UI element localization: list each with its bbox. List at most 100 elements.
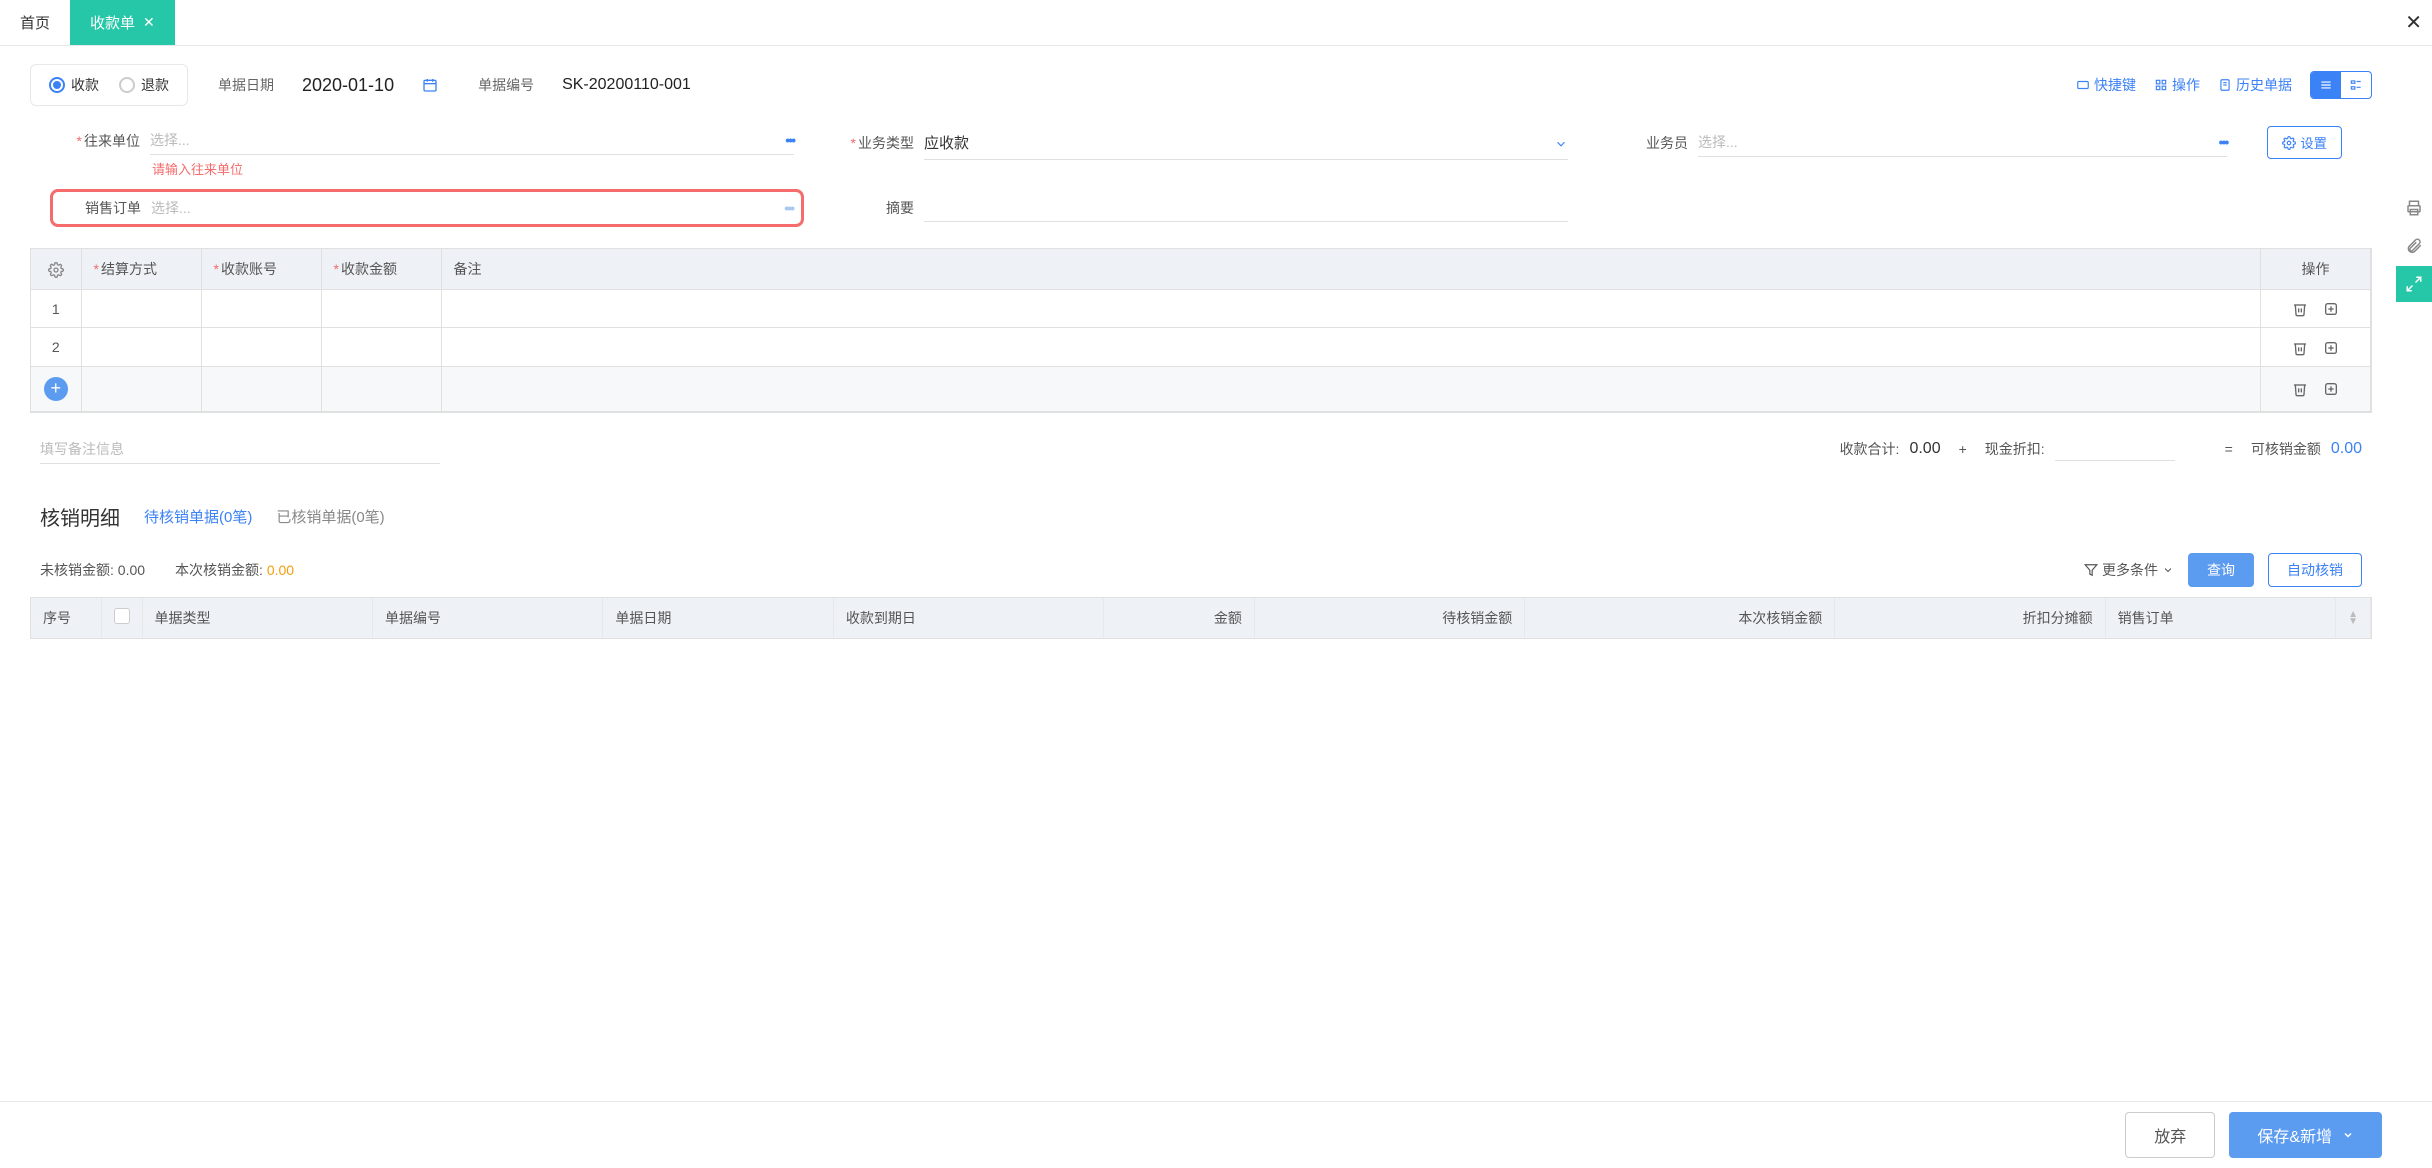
add-row-icon[interactable] bbox=[2323, 380, 2339, 396]
top-actions: 快捷键 操作 历史单据 bbox=[2076, 71, 2372, 99]
biztype-select[interactable]: 应收款 bbox=[924, 126, 1568, 160]
payment-table: *结算方式 *收款账号 *收款金额 备注 操作 1 bbox=[30, 248, 2372, 413]
add-row-icon[interactable] bbox=[2323, 300, 2339, 316]
th-settle: *结算方式 bbox=[81, 249, 201, 290]
th-date: 单据日期 bbox=[603, 598, 833, 638]
add-row-cell: + bbox=[31, 366, 81, 411]
grid-icon bbox=[2154, 78, 2168, 92]
tab-home-label: 首页 bbox=[20, 12, 50, 33]
doc-date-value[interactable]: 2020-01-10 bbox=[302, 75, 394, 96]
view-list-button[interactable] bbox=[2311, 72, 2341, 98]
operate-button[interactable]: 操作 bbox=[2154, 75, 2200, 95]
rail-expand-button[interactable] bbox=[2396, 266, 2432, 302]
cell-action bbox=[2261, 366, 2371, 411]
table-header-row: 序号 单据类型 单据编号 单据日期 收款到期日 金额 待核销金额 本次核销金额 … bbox=[31, 598, 2371, 638]
remark-input[interactable] bbox=[40, 435, 440, 464]
cell-account[interactable] bbox=[201, 328, 321, 366]
main-content: 收款 退款 单据日期 2020-01-10 单据编号 SK-20200110-0… bbox=[0, 46, 2392, 719]
cell-remark[interactable] bbox=[441, 290, 2261, 328]
header-row: 收款 退款 单据日期 2020-01-10 单据编号 SK-20200110-0… bbox=[30, 46, 2372, 116]
close-icon[interactable]: ✕ bbox=[143, 14, 155, 31]
doc-no-value: SK-20200110-001 bbox=[562, 76, 691, 94]
th-sort[interactable]: ▲▼ bbox=[2336, 598, 2371, 638]
tab-bar: 首页 收款单 ✕ ✕ bbox=[0, 0, 2432, 46]
bottom-bar: 放弃 保存&新增 bbox=[0, 1101, 2432, 1168]
writeoff-stats: 未核销金额: 0.00 本次核销金额: 0.00 bbox=[40, 560, 294, 580]
more-icon[interactable]: ••• bbox=[2219, 134, 2228, 150]
delete-icon[interactable] bbox=[2292, 300, 2308, 316]
salesman-field: 业务员 ••• 设置 bbox=[1608, 126, 2342, 159]
partner-label: *往来单位 bbox=[60, 131, 140, 151]
th-type: 单据类型 bbox=[142, 598, 372, 638]
keyboard-icon bbox=[2076, 78, 2090, 92]
gear-header[interactable] bbox=[31, 249, 81, 290]
cell-amount[interactable] bbox=[321, 328, 441, 366]
thiswriteoff-stat: 本次核销金额: 0.00 bbox=[175, 560, 294, 580]
rail-print-button[interactable] bbox=[2396, 190, 2432, 226]
cancel-button[interactable]: 放弃 bbox=[2125, 1112, 2215, 1158]
cell-amount[interactable] bbox=[321, 290, 441, 328]
history-button[interactable]: 历史单据 bbox=[2218, 75, 2292, 95]
shortcut-button[interactable]: 快捷键 bbox=[2076, 75, 2136, 95]
summary-field: 摘要 bbox=[834, 193, 1568, 222]
radio-refund[interactable]: 退款 bbox=[119, 75, 169, 95]
cell-action bbox=[2261, 290, 2371, 328]
th-checkbox[interactable] bbox=[101, 598, 142, 638]
rail-attach-button[interactable] bbox=[2396, 228, 2432, 264]
save-label: 保存&新增 bbox=[2257, 1123, 2332, 1147]
form-row-1: *往来单位 ••• 请输入往来单位 *业务类型 应收款 业务员 ••• bbox=[30, 116, 2372, 175]
cell-settle[interactable] bbox=[81, 328, 201, 366]
more-icon[interactable]: ••• bbox=[785, 132, 794, 148]
writeoff-tab-done[interactable]: 已核销单据(0笔) bbox=[276, 502, 384, 531]
salesorder-input[interactable] bbox=[151, 200, 784, 216]
salesorder-label: 销售订单 bbox=[61, 198, 141, 218]
radio-receipt[interactable]: 收款 bbox=[49, 75, 99, 95]
list-icon bbox=[2319, 78, 2333, 92]
checkbox-icon[interactable] bbox=[114, 608, 130, 624]
row-no: 2 bbox=[31, 328, 81, 366]
cell-account[interactable] bbox=[201, 290, 321, 328]
save-button[interactable]: 保存&新增 bbox=[2229, 1112, 2382, 1158]
cell-remark[interactable] bbox=[441, 328, 2261, 366]
summary-input-wrap[interactable] bbox=[924, 193, 1568, 222]
chevron-down-icon bbox=[2342, 1129, 2354, 1141]
salesman-input[interactable] bbox=[1698, 134, 2219, 150]
biztype-value: 应收款 bbox=[924, 132, 1554, 153]
partner-input[interactable] bbox=[150, 132, 785, 148]
close-all-icon[interactable]: ✕ bbox=[2405, 10, 2422, 35]
cell-action bbox=[2261, 328, 2371, 366]
add-row-icon[interactable] bbox=[2323, 338, 2339, 354]
discount-input[interactable] bbox=[2055, 437, 2175, 461]
calendar-icon[interactable] bbox=[422, 76, 438, 94]
partner-input-wrap[interactable]: ••• bbox=[150, 126, 794, 155]
th-no: 序号 bbox=[31, 598, 101, 638]
th-thistime: 本次核销金额 bbox=[1525, 598, 1835, 638]
plus-sign: + bbox=[1959, 441, 1967, 457]
summary-input[interactable] bbox=[924, 199, 1568, 215]
settings-button[interactable]: 设置 bbox=[2267, 126, 2342, 159]
query-button[interactable]: 查询 bbox=[2188, 553, 2254, 587]
view-detail-button[interactable] bbox=[2341, 72, 2371, 98]
auto-writeoff-button[interactable]: 自动核销 bbox=[2268, 553, 2362, 587]
salesman-input-wrap[interactable]: ••• bbox=[1698, 128, 2227, 157]
tab-receipt[interactable]: 收款单 ✕ bbox=[70, 0, 175, 45]
tab-home[interactable]: 首页 bbox=[0, 0, 70, 45]
table-row: 2 bbox=[31, 328, 2371, 366]
add-circle-icon[interactable]: + bbox=[44, 377, 68, 401]
biztype-field: *业务类型 应收款 bbox=[834, 126, 1568, 160]
more-icon[interactable]: ••• bbox=[784, 200, 793, 216]
delete-icon[interactable] bbox=[2292, 338, 2308, 354]
salesman-label: 业务员 bbox=[1608, 133, 1688, 153]
chevron-down-icon bbox=[2162, 564, 2174, 576]
total-value: 0.00 bbox=[1909, 440, 1940, 458]
writeoff-tab-pending[interactable]: 待核销单据(0笔) bbox=[144, 502, 252, 531]
writeoff-actions: 更多条件 查询 自动核销 bbox=[2084, 553, 2362, 587]
th-remark: 备注 bbox=[441, 249, 2261, 290]
cell-settle[interactable] bbox=[81, 290, 201, 328]
delete-icon[interactable] bbox=[2292, 380, 2308, 396]
more-conditions-button[interactable]: 更多条件 bbox=[2084, 560, 2174, 580]
operate-label: 操作 bbox=[2172, 75, 2200, 95]
chevron-down-icon[interactable] bbox=[1554, 134, 1568, 150]
salesorder-input-wrap[interactable]: ••• bbox=[151, 194, 793, 222]
th-amount: 金额 bbox=[1104, 598, 1255, 638]
